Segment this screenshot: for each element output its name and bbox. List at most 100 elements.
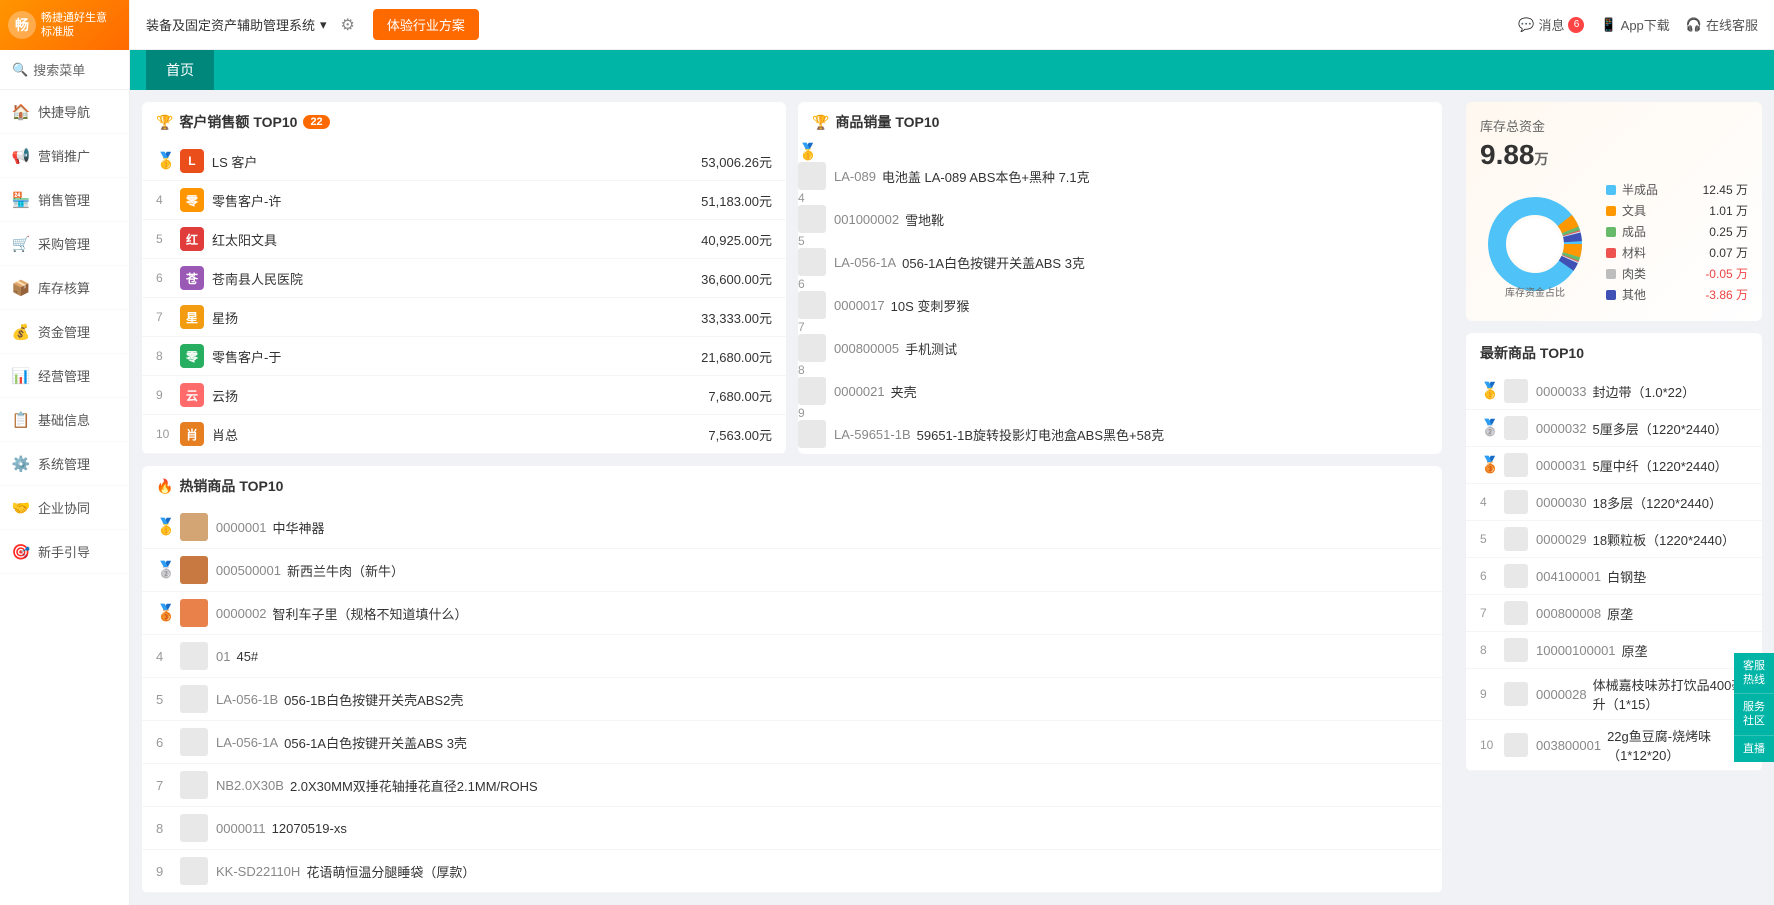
headset-icon: 🎧 <box>1686 17 1702 33</box>
sidebar-item-purchase[interactable]: 🛒 采购管理 <box>0 222 129 266</box>
sidebar-item-system[interactable]: ⚙️ 系统管理 <box>0 442 129 486</box>
product-code: 0000032 <box>1536 421 1587 436</box>
basic-info-icon: 📋 <box>12 411 30 429</box>
topbar: 装备及固定资产辅助管理系统 ▾ ⚙ 体验行业方案 💬 消息 6 📱 App下载 … <box>130 0 1774 50</box>
sidebar-item-inventory[interactable]: 📦 库存核算 <box>0 266 129 310</box>
top-customers-card: 🏆 客户销售额 TOP10 22 🥇 L LS 客户 53,006.26元 4 … <box>142 102 786 454</box>
medal-icon: 🥈 <box>156 560 176 580</box>
avatar: 肖 <box>180 422 204 446</box>
product-img <box>1504 682 1528 706</box>
product-code: 0000030 <box>1536 495 1587 510</box>
product-code: 000800008 <box>1536 606 1601 621</box>
product-img <box>798 377 826 405</box>
product-img <box>180 642 208 670</box>
medal-icon: 🥇 <box>156 151 176 171</box>
legend-name: 成品 <box>1622 223 1709 240</box>
inventory-total-label: 库存总资金 <box>1480 116 1748 135</box>
top-customer-row: 7 星 星扬 33,333.00元 <box>142 298 786 337</box>
sidebar-item-basic-info[interactable]: 📋 基础信息 <box>0 398 129 442</box>
tab-home[interactable]: 首页 <box>146 50 214 90</box>
float-btn[interactable]: 客服热线 <box>1734 653 1774 695</box>
product-code: 0000028 <box>1536 687 1587 702</box>
product-name: 22g鱼豆腐-烧烤味（1*12*20） <box>1607 726 1748 764</box>
product-img <box>180 857 208 885</box>
product-code: 0000002 <box>216 606 267 621</box>
app-download-btn[interactable]: 📱 App下载 <box>1600 15 1669 34</box>
sidebar-item-guide[interactable]: 🎯 新手引导 <box>0 530 129 574</box>
product-name: 雪地靴 <box>905 210 1442 229</box>
customer-amount: 53,006.26元 <box>701 152 772 171</box>
product-code: 0000011 <box>216 821 266 836</box>
float-btn[interactable]: 直播 <box>1734 736 1774 762</box>
medal-icon: 🥇 <box>156 517 176 537</box>
purchase-icon: 🛒 <box>12 235 30 253</box>
product-img <box>798 162 826 190</box>
product-code: 004100001 <box>1536 569 1601 584</box>
trial-btn[interactable]: 体验行业方案 <box>373 9 479 40</box>
product-img <box>180 771 208 799</box>
legend-dot <box>1606 206 1616 216</box>
product-name: 18多层（1220*2440） <box>1593 493 1748 512</box>
product-img <box>180 513 208 541</box>
message-btn[interactable]: 💬 消息 6 <box>1518 15 1584 34</box>
float-btn[interactable]: 服务社区 <box>1734 694 1774 736</box>
legend-dot <box>1606 290 1616 300</box>
operations-icon: 📊 <box>12 367 30 385</box>
sidebar-item-quicknav[interactable]: 🏠 快捷导航 <box>0 90 129 134</box>
product-img <box>1504 638 1528 662</box>
legend-item: 肉类 -0.05 万 <box>1606 265 1748 282</box>
top-customer-row: 🥇 L LS 客户 53,006.26元 <box>142 142 786 181</box>
system-icon: ⚙️ <box>12 455 30 473</box>
product-code: LA-59651-1B <box>834 427 911 442</box>
system-selector[interactable]: 装备及固定资产辅助管理系统 ▾ <box>146 15 327 34</box>
legend-name: 文具 <box>1622 202 1709 219</box>
hot-product-row: 8 0000011 12070519-xs <box>142 807 1442 850</box>
settings-icon[interactable]: ⚙ <box>341 15 355 35</box>
hot-product-row: 9 KK-SD22110H 花语萌恒温分腿睡袋（厚款） <box>142 850 1442 893</box>
product-name: 封边带（1.0*22） <box>1593 382 1748 401</box>
product-name: 5厘中纤（1220*2440） <box>1593 456 1748 475</box>
hot-products-header: 🔥 热销商品 TOP10 <box>142 466 1442 506</box>
content-area: 🏆 客户销售额 TOP10 22 🥇 L LS 客户 53,006.26元 4 … <box>130 90 1774 905</box>
trophy-icon: 🏆 <box>156 114 173 131</box>
newest-product-row: 9 0000028 体械嘉枝味苏打饮品400毫升（1*15） <box>1466 669 1762 720</box>
customer-name: 红太阳文具 <box>212 230 701 249</box>
legend-value: -3.86 万 <box>1705 286 1748 303</box>
hot-product-row: 🥉 0000002 智利车子里（规格不知道填什么） <box>142 592 1442 635</box>
product-name: 智利车子里（规格不知道填什么） <box>273 604 1428 623</box>
product-name: 056-1A白色按键开关盖ABS 3壳 <box>284 733 1428 752</box>
hot-product-row: 🥇 0000001 中华神器 <box>142 506 1442 549</box>
product-img <box>1504 416 1528 440</box>
newest-products-table: 🥇 0000033 封边带（1.0*22） 🥈 0000032 5厘多层（122… <box>1466 373 1762 771</box>
sidebar-item-finance[interactable]: 💰 资金管理 <box>0 310 129 354</box>
hot-product-row: 7 NB2.0X30B 2.0X30MM双捶花轴捶花直径2.1MM/ROHS <box>142 764 1442 807</box>
product-img <box>180 685 208 713</box>
customer-name: 零售客户-于 <box>212 347 701 366</box>
sidebar-item-operations[interactable]: 📊 经营管理 <box>0 354 129 398</box>
product-name: 花语萌恒温分腿睡袋（厚款） <box>306 862 1428 881</box>
sidebar-item-collab[interactable]: 🤝 企业协同 <box>0 486 129 530</box>
top-customer-row: 9 云 云扬 7,680.00元 <box>142 376 786 415</box>
avatar: L <box>180 149 204 173</box>
customer-name: LS 客户 <box>212 152 701 171</box>
inventory-total-amount: 9.88万 <box>1480 139 1748 171</box>
search-menu[interactable]: 🔍 搜索菜单 <box>0 50 129 90</box>
nav-tabs: 首页 <box>130 50 1774 90</box>
chevron-down-icon: ▾ <box>320 17 327 33</box>
donut-chart: 库存资金占比 <box>1480 189 1590 299</box>
medal-icon: 🥉 <box>1480 455 1500 475</box>
product-code: LA-089 <box>834 169 876 184</box>
product-name: 056-1B白色按键开关壳ABS2壳 <box>284 690 1428 709</box>
product-code: 0000033 <box>1536 384 1587 399</box>
fire-icon: 🔥 <box>156 478 173 495</box>
product-code: 10000100001 <box>1536 643 1616 658</box>
sidebar-item-sales[interactable]: 🏪 销售管理 <box>0 178 129 222</box>
product-name: 夹壳 <box>891 382 1442 401</box>
sidebar-item-marketing[interactable]: 📢 营销推广 <box>0 134 129 178</box>
legend-value: 0.07 万 <box>1709 244 1748 261</box>
product-name: 5厘多层（1220*2440） <box>1593 419 1748 438</box>
newest-product-row: 🥇 0000033 封边带（1.0*22） <box>1466 373 1762 410</box>
legend-value: -0.05 万 <box>1705 265 1748 282</box>
online-service-btn[interactable]: 🎧 在线客服 <box>1686 15 1758 34</box>
mobile-icon: 📱 <box>1600 17 1616 33</box>
